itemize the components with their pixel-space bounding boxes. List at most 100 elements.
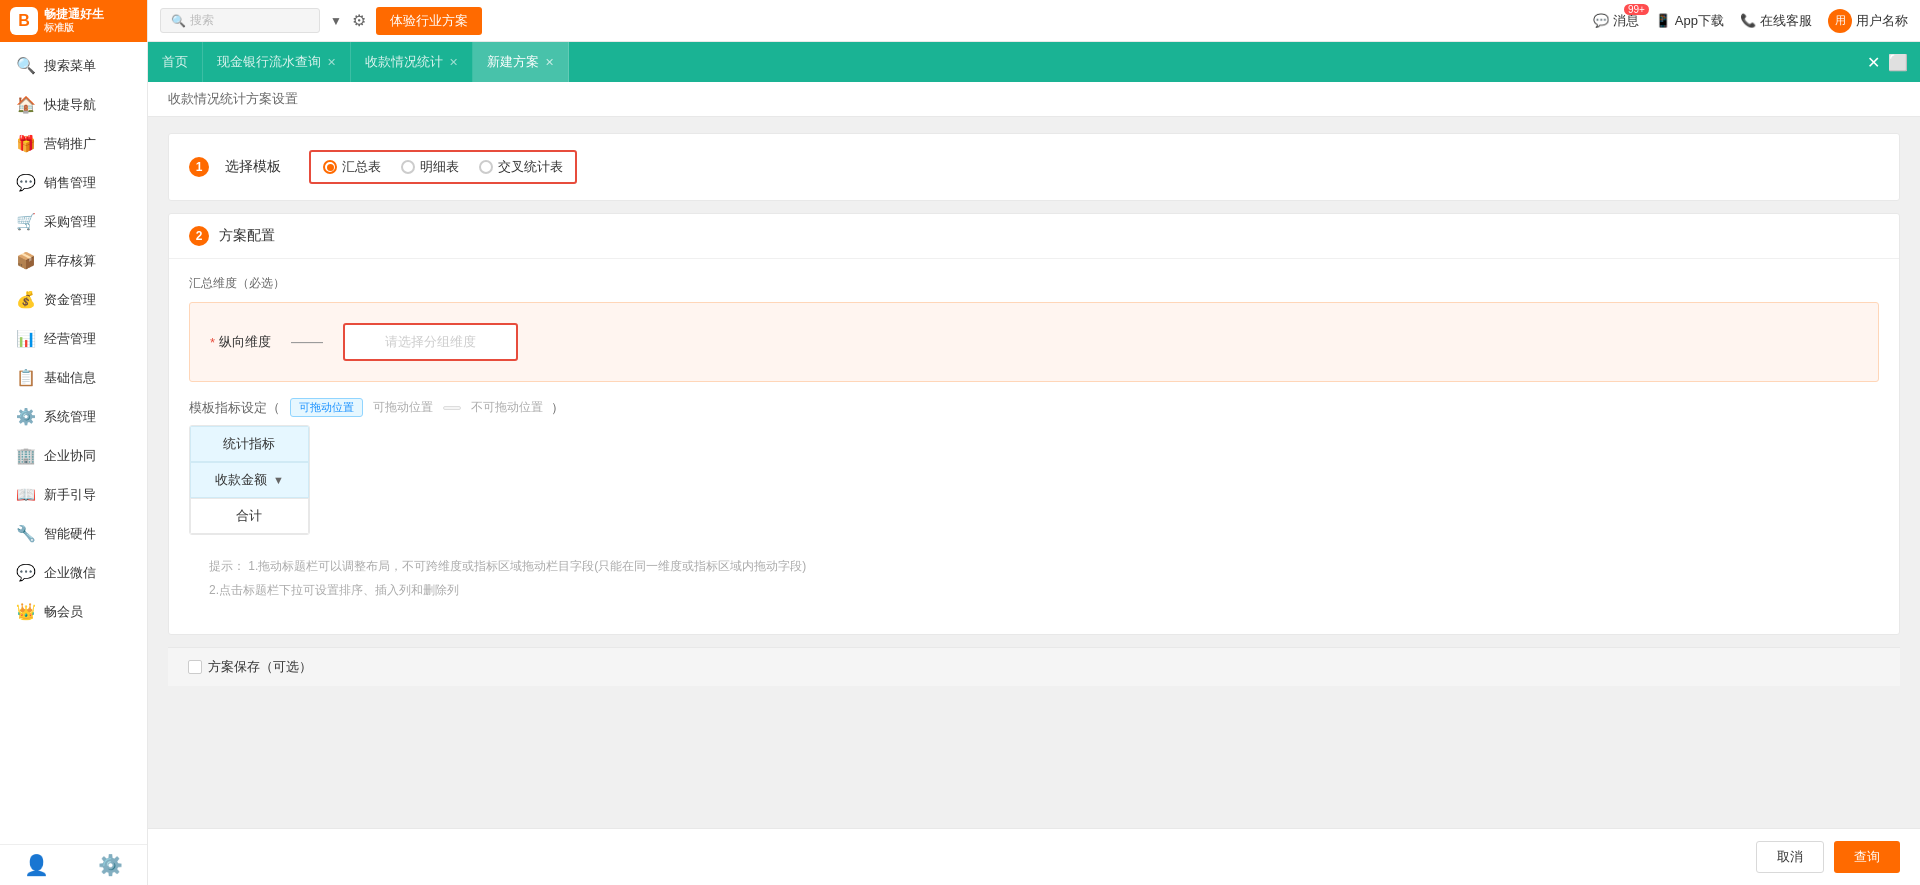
draggable-tag: 可拖动位置 — [290, 398, 363, 417]
radio-detail-label: 明细表 — [420, 158, 459, 176]
tabs-bar: 首页 现金银行流水查询 ✕ 收款情况统计 ✕ 新建方案 ✕ ✕ ⬜ — [148, 42, 1920, 82]
dim-required-mark: * — [210, 335, 215, 350]
sidebar-bottom-icon-1[interactable]: 👤 — [24, 853, 49, 877]
query-button[interactable]: 查询 — [1834, 841, 1900, 873]
tab-home[interactable]: 首页 — [152, 42, 203, 82]
download-button[interactable]: 📱 App下载 — [1655, 12, 1724, 30]
tab-receipt-stat[interactable]: 收款情况统计 ✕ — [351, 42, 473, 82]
indicator-total-cell: 合计 — [190, 498, 309, 534]
dim-arrow: —— — [291, 333, 323, 351]
sidebar-item-corp[interactable]: 🏢 企业协同 — [0, 436, 147, 475]
step1-row: 1 选择模板 汇总表 — [169, 134, 1899, 200]
user-avatar: 用 — [1828, 9, 1852, 33]
indicator-chevron-icon[interactable]: ▼ — [273, 474, 284, 486]
radio-summary-circle — [323, 160, 337, 174]
breadcrumb: 收款情况统计方案设置 — [168, 91, 298, 106]
operations-icon: 📊 — [16, 329, 36, 348]
bottom-bar: 方案保存（可选） — [168, 647, 1900, 686]
sidebar-item-finance[interactable]: 💰 资金管理 — [0, 280, 147, 319]
service-button[interactable]: 📞 在线客服 — [1740, 12, 1812, 30]
logo-icon: B — [10, 7, 38, 35]
header-gear-icon[interactable]: ⚙ — [352, 11, 366, 30]
sidebar-item-basic[interactable]: 📋 基础信息 — [0, 358, 147, 397]
sidebar-item-marketing[interactable]: 🎁 营销推广 — [0, 124, 147, 163]
sidebar-item-inventory[interactable]: 📦 库存核算 — [0, 241, 147, 280]
service-label: 在线客服 — [1760, 12, 1812, 30]
indicator-total-label: 合计 — [236, 508, 262, 523]
tab-cashflow[interactable]: 现金银行流水查询 ✕ — [203, 42, 351, 82]
step1-card: 1 选择模板 汇总表 — [168, 133, 1900, 201]
window-close-icon[interactable]: ✕ — [1867, 53, 1880, 72]
tab-home-label: 首页 — [162, 53, 188, 71]
cancel-button[interactable]: 取消 — [1756, 841, 1824, 873]
radio-cross-label: 交叉统计表 — [498, 158, 563, 176]
indicators-section: 模板指标设定（ 可拖动位置 可拖动位置 不可拖动位置 ） — [189, 398, 1879, 538]
tips-item-2: 2.点击标题栏下拉可设置排序、插入列和删除列 — [209, 583, 459, 597]
service-icon: 📞 — [1740, 13, 1756, 28]
window-buttons: ✕ ⬜ — [1867, 53, 1916, 72]
logo-sub: 标准版 — [44, 21, 104, 35]
indicators-label-mid: 可拖动位置 — [373, 399, 433, 416]
search-placeholder-text: 搜索 — [190, 12, 214, 29]
user-name: 用户名称 — [1856, 12, 1908, 30]
sidebar-item-operations[interactable]: 📊 经营管理 — [0, 319, 147, 358]
tab-receipt-stat-close[interactable]: ✕ — [449, 56, 458, 69]
tips-item-1: 1.拖动标题栏可以调整布局，不可跨维度或指标区域拖动栏目字段(只能在同一维度或指… — [248, 559, 806, 573]
window-maximize-icon[interactable]: ⬜ — [1888, 53, 1908, 72]
radio-detail[interactable]: 明细表 — [401, 158, 459, 176]
radio-summary[interactable]: 汇总表 — [323, 158, 381, 176]
search-icon: 🔍 — [171, 14, 186, 28]
corp-icon: 🏢 — [16, 446, 36, 465]
sidebar-item-member[interactable]: 👑 畅会员 — [0, 592, 147, 631]
radio-cross-circle — [479, 160, 493, 174]
page-wrap: 收款情况统计方案设置 1 选择模板 汇 — [148, 82, 1920, 702]
step2-header: 2 方案配置 — [169, 214, 1899, 259]
tab-new-plan-label: 新建方案 — [487, 53, 539, 71]
save-label: 方案保存（可选） — [208, 658, 312, 676]
trial-button[interactable]: 体验行业方案 — [376, 7, 482, 35]
inventory-icon: 📦 — [16, 251, 36, 270]
sidebar-item-sales[interactable]: 💬 销售管理 — [0, 163, 147, 202]
sidebar-item-purchase[interactable]: 🛒 采购管理 — [0, 202, 147, 241]
header-dropdown-chevron[interactable]: ▼ — [330, 14, 342, 28]
indicators-label: 模板指标设定（ 可拖动位置 可拖动位置 不可拖动位置 ） — [189, 398, 1879, 417]
dimension-zone: * 纵向维度 —— 请选择分组维度 — [189, 302, 1879, 382]
basic-icon: 📋 — [16, 368, 36, 387]
logo-text: 畅捷通好生 — [44, 7, 104, 21]
sidebar-item-quick-nav[interactable]: 🏠 快捷导航 — [0, 85, 147, 124]
header-actions: 💬 消息 99+ 📱 App下载 📞 在线客服 用 用户名称 — [1593, 9, 1908, 33]
download-icon: 📱 — [1655, 13, 1671, 28]
page-header: 收款情况统计方案设置 — [148, 82, 1920, 117]
header: 🔍 搜索 ▼ ⚙ 体验行业方案 💬 消息 99+ 📱 App下载 📞 在线客服 … — [148, 0, 1920, 42]
hardware-icon: 🔧 — [16, 524, 36, 543]
header-search-box[interactable]: 🔍 搜索 — [160, 8, 320, 33]
tab-new-plan[interactable]: 新建方案 ✕ — [473, 42, 569, 82]
step2-badge: 2 — [189, 226, 209, 246]
sidebar-item-guide[interactable]: 📖 新手引导 — [0, 475, 147, 514]
search-menu-icon: 🔍 — [16, 56, 36, 75]
system-icon: ⚙️ — [16, 407, 36, 426]
tab-cashflow-close[interactable]: ✕ — [327, 56, 336, 69]
save-checkbox[interactable]: 方案保存（可选） — [188, 658, 312, 676]
purchase-icon: 🛒 — [16, 212, 36, 231]
dimension-placeholder[interactable]: 请选择分组维度 — [343, 323, 518, 361]
sidebar-bottom-icon-2[interactable]: ⚙️ — [98, 853, 123, 877]
step2-label: 方案配置 — [219, 227, 275, 245]
indicator-header-cell: 统计指标 — [190, 426, 309, 462]
tab-new-plan-close[interactable]: ✕ — [545, 56, 554, 69]
user-menu[interactable]: 用 用户名称 — [1828, 9, 1908, 33]
sidebar-item-hardware[interactable]: 🔧 智能硬件 — [0, 514, 147, 553]
indicator-amount-cell[interactable]: 收款金额 ▼ — [190, 462, 309, 498]
radio-cross[interactable]: 交叉统计表 — [479, 158, 563, 176]
footer-bar: 取消 查询 — [148, 828, 1920, 885]
indicator-table: 统计指标 收款金额 ▼ — [189, 425, 310, 535]
sidebar-item-wechat[interactable]: 💬 企业微信 — [0, 553, 147, 592]
marketing-icon: 🎁 — [16, 134, 36, 153]
sidebar-bottom: 👤 ⚙️ — [0, 844, 147, 885]
member-icon: 👑 — [16, 602, 36, 621]
sidebar-item-system[interactable]: ⚙️ 系统管理 — [0, 397, 147, 436]
sidebar-item-search-menu[interactable]: 🔍 搜索菜单 — [0, 46, 147, 85]
message-button[interactable]: 💬 消息 99+ — [1593, 12, 1639, 30]
sidebar-logo: B 畅捷通好生 标准版 — [0, 0, 147, 42]
indicators-label-suffix: ） — [551, 399, 564, 417]
